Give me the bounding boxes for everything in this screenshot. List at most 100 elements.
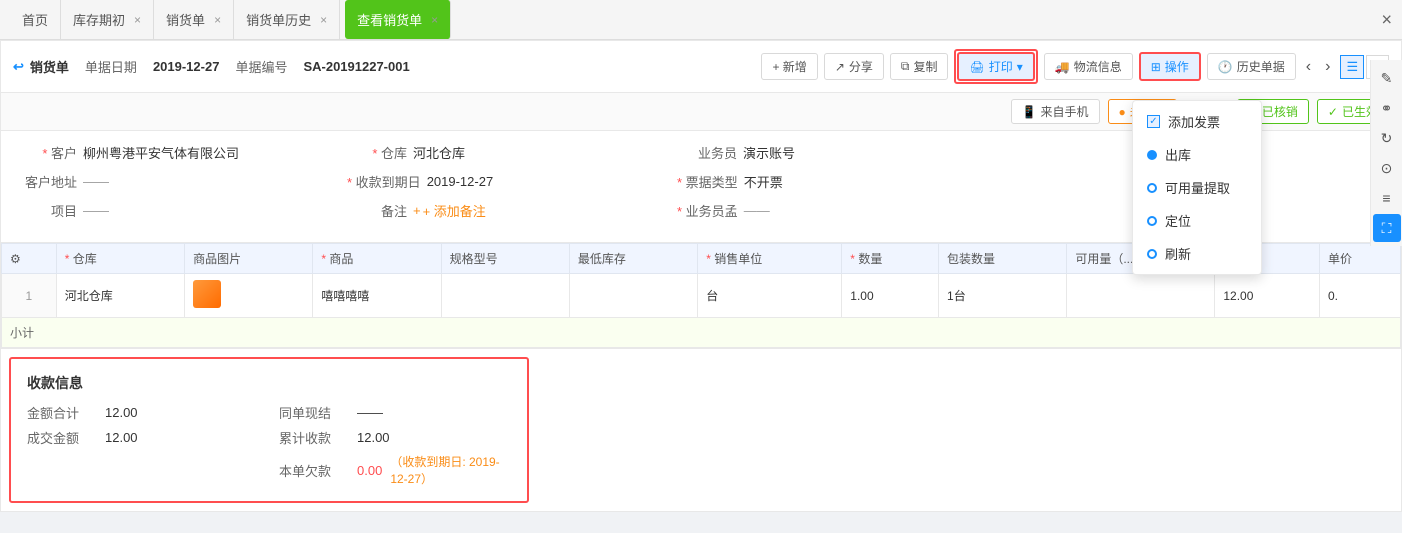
payment-section: 收款信息 金额合计 12.00 同单现结 —— 成交金额 12.00 累计收款 … bbox=[9, 357, 529, 503]
share-button[interactable]: ↗ 分享 bbox=[824, 53, 884, 80]
add-note-button[interactable]: + + 添加备注 bbox=[413, 201, 486, 220]
amount-total-value: 12.00 bbox=[105, 405, 138, 420]
outbound-icon bbox=[1147, 150, 1157, 160]
from-phone-button[interactable]: 📱 来自手机 bbox=[1011, 99, 1100, 124]
sidebar-list-icon[interactable]: ≡ bbox=[1373, 184, 1401, 212]
list-view-icon[interactable]: ☰ bbox=[1340, 55, 1364, 79]
window-close-button[interactable]: × bbox=[1381, 9, 1392, 30]
tab-sales-history-close[interactable]: × bbox=[320, 13, 327, 27]
toolbar: + 新增 ↗ 分享 ⧉ 复制 🖨 打印 ▾ 🚚 bbox=[761, 49, 1389, 84]
row-qty: 1.00 bbox=[842, 274, 939, 318]
right-sidebar: ✎ ⚭ ↻ ⊙ ≡ ⛶ bbox=[1370, 60, 1402, 246]
operation-dropdown: ✓ 添加发票 出库 可用量提取 定位 刷新 bbox=[1132, 100, 1262, 275]
sidebar-expand-icon[interactable]: ⛶ bbox=[1373, 214, 1401, 242]
row-price: 0. bbox=[1319, 274, 1400, 318]
warehouse-label: 仓库 bbox=[347, 143, 407, 162]
phone-icon: 📱 bbox=[1022, 105, 1037, 119]
sidebar-edit-icon[interactable]: ✎ bbox=[1373, 64, 1401, 92]
same-order-cash-item: 同单现结 —— bbox=[279, 403, 511, 422]
customer-value: 柳州粤港平安气体有限公司 bbox=[83, 143, 239, 162]
document-meta: 单据日期 2019-12-27 单据编号 SA-20191227-001 bbox=[85, 57, 410, 76]
copy-icon: ⧉ bbox=[901, 59, 910, 74]
tab-bar: 首页 库存期初 × 销货单 × 销货单历史 × 查看销货单 × × bbox=[0, 0, 1402, 40]
note-label: 备注 bbox=[347, 201, 407, 220]
tab-inventory-label: 库存期初 bbox=[73, 10, 125, 29]
col-unit: 销售单位 bbox=[698, 244, 842, 274]
cumulative-payment-item: 累计收款 12.00 bbox=[279, 428, 511, 447]
add-note-plus-icon: + bbox=[413, 203, 421, 218]
copy-label: 复制 bbox=[913, 58, 937, 75]
add-invoice-item[interactable]: ✓ 添加发票 bbox=[1133, 105, 1261, 138]
available-pickup-icon bbox=[1147, 183, 1157, 193]
col-settings[interactable]: ⚙ bbox=[2, 244, 57, 274]
print-label: 打印 bbox=[989, 58, 1013, 75]
col-qty: 数量 bbox=[842, 244, 939, 274]
deal-amount-label: 成交金额 bbox=[27, 428, 97, 447]
payment-date-value: 2019-12-27 bbox=[427, 174, 494, 189]
new-button[interactable]: + 新增 bbox=[761, 53, 817, 80]
tab-inventory-start[interactable]: 库存期初 × bbox=[61, 0, 154, 39]
order-debt-item: 本单欠款 0.00 （收款到期日: 2019-12-27） bbox=[279, 453, 511, 487]
salesperson2-value: —— bbox=[744, 203, 770, 218]
row-spec bbox=[441, 274, 569, 318]
date-label: 单据日期 bbox=[85, 57, 137, 76]
payment-date-label: 收款到期日 bbox=[347, 172, 421, 191]
operation-label: 操作 bbox=[1165, 58, 1189, 75]
col-pack-qty: 包装数量 bbox=[939, 244, 1067, 274]
refresh-item[interactable]: 刷新 bbox=[1133, 237, 1261, 270]
ticket-icon: ● bbox=[1119, 105, 1126, 119]
tab-home[interactable]: 首页 bbox=[10, 0, 61, 39]
tab-view-sales-close[interactable]: × bbox=[431, 13, 438, 27]
doc-icon: ↩ bbox=[13, 59, 24, 75]
outbound-item[interactable]: 出库 bbox=[1133, 138, 1261, 171]
customer-label: 客户 bbox=[17, 143, 77, 162]
operation-icon: ⊞ bbox=[1151, 60, 1161, 74]
address-label: 客户地址 bbox=[17, 172, 77, 191]
document-header: ↩ 销货单 单据日期 2019-12-27 单据编号 SA-20191227-0… bbox=[1, 41, 1401, 93]
project-value: —— bbox=[83, 203, 109, 218]
row-warehouse: 河北仓库 bbox=[56, 274, 184, 318]
logistics-button[interactable]: 🚚 物流信息 bbox=[1044, 53, 1133, 80]
tab-sales-order[interactable]: 销货单 × bbox=[154, 0, 234, 39]
payment-date-field: 收款到期日 2019-12-27 bbox=[347, 172, 647, 191]
row-image bbox=[185, 274, 313, 318]
available-pickup-item[interactable]: 可用量提取 bbox=[1133, 171, 1261, 204]
warehouse-field: 仓库 河北仓库 bbox=[347, 143, 647, 162]
date-value: 2019-12-27 bbox=[153, 59, 220, 74]
share-icon: ↗ bbox=[835, 60, 845, 74]
cancel-label: 已核销 bbox=[1262, 103, 1298, 120]
salesperson-label: 业务员 bbox=[677, 143, 737, 162]
nav-next[interactable]: › bbox=[1321, 56, 1334, 78]
available-pickup-label: 可用量提取 bbox=[1165, 178, 1230, 197]
row-available bbox=[1067, 274, 1215, 318]
tab-inventory-close[interactable]: × bbox=[134, 13, 141, 27]
from-phone-label: 来自手机 bbox=[1040, 103, 1088, 120]
subtotal-row: 小计 bbox=[2, 318, 1401, 348]
refresh-label: 刷新 bbox=[1165, 244, 1191, 263]
locate-item[interactable]: 定位 bbox=[1133, 204, 1261, 237]
nav-prev[interactable]: ‹ bbox=[1302, 56, 1315, 78]
deal-amount-value: 12.00 bbox=[105, 430, 138, 445]
sidebar-link-icon[interactable]: ⚭ bbox=[1373, 94, 1401, 122]
sidebar-user-icon[interactable]: ⊙ bbox=[1373, 154, 1401, 182]
product-image bbox=[193, 280, 221, 308]
row-index: 1 bbox=[2, 274, 57, 318]
document-title-block: ↩ 销货单 bbox=[13, 57, 69, 76]
effective-check-icon: ✓ bbox=[1328, 105, 1338, 119]
print-button[interactable]: 🖨 打印 ▾ bbox=[957, 52, 1034, 81]
share-label: 分享 bbox=[849, 58, 873, 75]
copy-button[interactable]: ⧉ 复制 bbox=[890, 53, 949, 80]
row-stock: 12.00 bbox=[1215, 274, 1320, 318]
history-button[interactable]: 🕐 历史单据 bbox=[1207, 53, 1296, 80]
tab-view-sales[interactable]: 查看销货单 × bbox=[345, 0, 451, 39]
amount-total-item: 金额合计 12.00 bbox=[27, 403, 259, 422]
cumulative-payment-value: 12.00 bbox=[357, 430, 390, 445]
tab-sales-order-close[interactable]: × bbox=[214, 13, 221, 27]
warehouse-value: 河北仓库 bbox=[413, 143, 465, 162]
salesperson2-field: 业务员孟 —— bbox=[677, 201, 977, 220]
sidebar-rotate-icon[interactable]: ↻ bbox=[1373, 124, 1401, 152]
col-image: 商品图片 bbox=[185, 244, 313, 274]
order-debt-label: 本单欠款 bbox=[279, 461, 349, 480]
operation-button[interactable]: ⊞ 操作 bbox=[1139, 52, 1201, 81]
tab-sales-history[interactable]: 销货单历史 × bbox=[234, 0, 340, 39]
